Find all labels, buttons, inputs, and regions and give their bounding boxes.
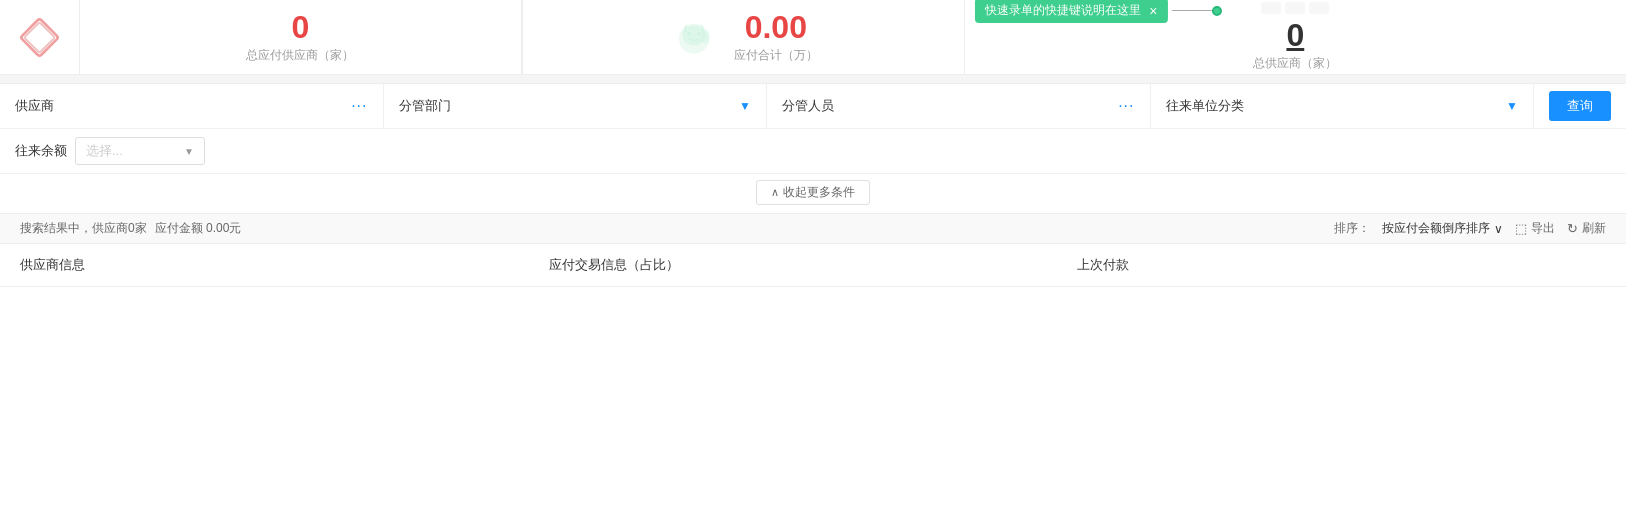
payable-label: 应付合计（万） bbox=[734, 47, 818, 64]
svg-point-4 bbox=[687, 32, 690, 35]
dept-input-area: ▼ bbox=[459, 99, 752, 114]
query-button[interactable]: 查询 bbox=[1549, 91, 1611, 121]
filter-section: 供应商 ··· 分管部门 ▼ 分管人员 ··· 往来单位分类 ▼ bbox=[0, 83, 1626, 213]
balance-chevron-icon: ▼ bbox=[184, 146, 194, 157]
export-label: 导出 bbox=[1531, 220, 1555, 237]
svg-point-6 bbox=[701, 30, 709, 43]
amount-summary: 应付金额 0.00元 bbox=[155, 220, 242, 237]
balance-label: 往来余额 bbox=[15, 142, 67, 160]
filter-row-1: 供应商 ··· 分管部门 ▼ 分管人员 ··· 往来单位分类 ▼ bbox=[0, 84, 1626, 129]
tooltip-text: 快速录单的快捷键说明在这里 bbox=[985, 2, 1141, 19]
supplier-count-label: 总应付供应商（家） bbox=[246, 47, 354, 64]
svg-rect-1 bbox=[24, 22, 55, 53]
dept-input[interactable] bbox=[459, 99, 740, 114]
supplier-filter-label: 供应商 bbox=[15, 97, 54, 115]
collapse-arrow-icon: ∧ bbox=[771, 186, 779, 199]
results-summary: 搜索结果中，供应商0家 应付金额 0.00元 bbox=[20, 220, 241, 237]
collapse-bar: ∧ 收起更多条件 bbox=[0, 174, 1626, 213]
payable-text: 0.00 应付合计（万） bbox=[734, 10, 818, 64]
unit-input[interactable] bbox=[1252, 99, 1507, 114]
dept-filter: 分管部门 ▼ bbox=[384, 84, 768, 128]
supplier-input[interactable] bbox=[62, 99, 351, 114]
results-bar: 搜索结果中，供应商0家 应付金额 0.00元 排序： 按应付会额倒序排序 ∨ ⬚… bbox=[0, 213, 1626, 244]
tooltip-container: 快速录单的快捷键说明在这里 × bbox=[975, 0, 1221, 23]
tooltip: 快速录单的快捷键说明在这里 × bbox=[975, 0, 1167, 23]
sort-label: 排序： bbox=[1334, 220, 1370, 237]
refresh-label: 刷新 bbox=[1582, 220, 1606, 237]
export-button[interactable]: ⬚ 导出 bbox=[1515, 220, 1555, 237]
person-input-area: ··· bbox=[842, 97, 1135, 115]
stat-total: 0 总供应商（家） 快速录单的快捷键说明在这里 × bbox=[965, 0, 1626, 74]
unit-input-area: ▼ bbox=[1252, 99, 1519, 114]
sort-value: 按应付会额倒序排序 bbox=[1382, 220, 1490, 237]
dept-filter-label: 分管部门 bbox=[399, 97, 451, 115]
col-supplier-header: 供应商信息 bbox=[20, 256, 549, 274]
unit-filter: 往来单位分类 ▼ bbox=[1151, 84, 1535, 128]
person-input[interactable] bbox=[842, 99, 1118, 114]
unit-dropdown-icon[interactable]: ▼ bbox=[1506, 99, 1518, 113]
stat-payable: 0.00 应付合计（万） bbox=[523, 0, 965, 74]
supplier-count: 0 bbox=[292, 10, 310, 45]
supplier-filter: 供应商 ··· bbox=[0, 84, 384, 128]
query-btn-area: 查询 bbox=[1534, 84, 1626, 128]
unit-filter-label: 往来单位分类 bbox=[1166, 97, 1244, 115]
tooltip-close-icon[interactable]: × bbox=[1149, 3, 1157, 19]
pig-icon bbox=[669, 12, 719, 62]
dept-dropdown-icon[interactable]: ▼ bbox=[739, 99, 751, 113]
person-filter: 分管人员 ··· bbox=[767, 84, 1151, 128]
stats-bar: 0 总应付供应商（家） 0.00 应付合计（万） 0 总供应商（家） bbox=[0, 0, 1626, 75]
table-header: 供应商信息 应付交易信息（占比） 上次付款 bbox=[0, 244, 1626, 287]
col-transaction-header: 应付交易信息（占比） bbox=[549, 256, 1078, 274]
col-payment-header: 上次付款 bbox=[1077, 256, 1606, 274]
filter-row-2: 往来余额 选择... ▼ bbox=[0, 129, 1626, 174]
results-actions: 排序： 按应付会额倒序排序 ∨ ⬚ 导出 ↻ 刷新 bbox=[1334, 220, 1606, 237]
refresh-icon: ↻ bbox=[1567, 221, 1578, 236]
refresh-button[interactable]: ↻ 刷新 bbox=[1567, 220, 1606, 237]
person-filter-label: 分管人员 bbox=[782, 97, 834, 115]
search-summary: 搜索结果中，供应商0家 bbox=[20, 220, 147, 237]
balance-select[interactable]: 选择... ▼ bbox=[75, 137, 205, 165]
tooltip-dot bbox=[1212, 6, 1222, 16]
svg-point-5 bbox=[697, 32, 700, 35]
sort-dropdown-icon: ∨ bbox=[1494, 222, 1503, 236]
stat-total-supplier: 0 总应付供应商（家） bbox=[80, 0, 522, 74]
balance-placeholder: 选择... bbox=[86, 142, 178, 160]
sort-select[interactable]: 按应付会额倒序排序 ∨ bbox=[1382, 220, 1503, 237]
total-supplier-count: 0 bbox=[1286, 18, 1304, 53]
supplier-dots[interactable]: ··· bbox=[351, 97, 367, 115]
diamond-icon bbox=[17, 15, 62, 60]
total-supplier-label: 总供应商（家） bbox=[1253, 55, 1337, 72]
collapse-label: 收起更多条件 bbox=[783, 184, 855, 201]
person-dots[interactable]: ··· bbox=[1118, 97, 1134, 115]
logo-area bbox=[0, 0, 80, 74]
svg-rect-0 bbox=[20, 18, 58, 56]
table-body bbox=[0, 287, 1626, 515]
export-icon: ⬚ bbox=[1515, 221, 1527, 236]
collapse-button[interactable]: ∧ 收起更多条件 bbox=[756, 180, 870, 205]
supplier-input-area: ··· bbox=[62, 97, 368, 115]
payable-amount: 0.00 bbox=[745, 10, 807, 45]
